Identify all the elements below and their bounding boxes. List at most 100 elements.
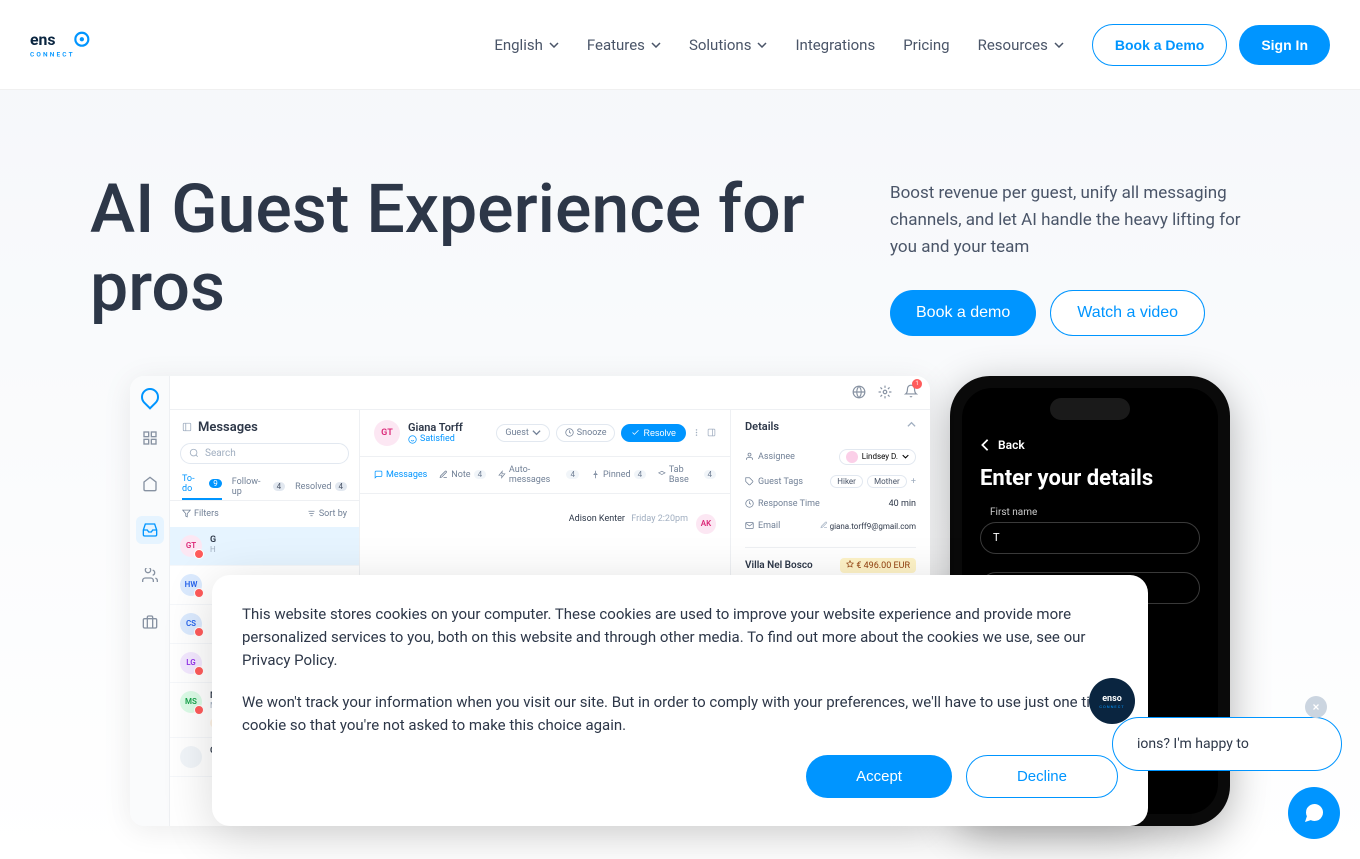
tag-pill: Hiker — [830, 475, 863, 488]
decline-button[interactable]: Decline — [966, 755, 1118, 798]
hero-left: AI Guest Experience for pros — [90, 170, 830, 336]
chat-avatar-sub: CONNECT — [1099, 704, 1124, 709]
label-text: Email — [758, 521, 780, 531]
item-sub: H — [210, 545, 216, 554]
chat-avatar: enso CONNECT — [1089, 678, 1135, 724]
chevron-down-icon — [532, 428, 541, 437]
gear-icon — [878, 385, 892, 399]
item-name — [210, 574, 212, 584]
messages-title: Messages — [198, 420, 258, 435]
subtab-count: 4 — [566, 470, 579, 479]
chat-icon — [1302, 801, 1326, 825]
accept-button[interactable]: Accept — [806, 755, 952, 798]
snooze-chip: Snooze — [556, 424, 616, 442]
sort-button: Sort by — [307, 509, 347, 519]
svg-text:ens: ens — [30, 30, 56, 49]
message-time: Friday 2:20pm — [631, 514, 688, 524]
hero-section: AI Guest Experience for pros Boost reven… — [0, 90, 1360, 376]
assignee-value: Lindsey D. — [839, 449, 916, 465]
price-text: € 496.00 EUR — [856, 561, 910, 571]
tag-icon — [745, 477, 754, 486]
main-header: ens CONNECT English Features Solutions I… — [0, 0, 1360, 90]
phone-title: Enter your details — [980, 466, 1200, 491]
more-icon — [692, 428, 701, 437]
hero-right: Boost revenue per guest, unify all messa… — [890, 170, 1270, 336]
avatar-initials: LG — [186, 658, 196, 667]
grid-icon — [142, 430, 158, 446]
message-sender: Adison Kenter — [569, 514, 625, 524]
nav-label: Pricing — [903, 36, 949, 54]
avatar-badge-icon — [194, 705, 204, 715]
chevron-down-icon — [902, 454, 909, 459]
subtab-count: 4 — [634, 470, 647, 479]
chat-close-button[interactable] — [1305, 696, 1327, 718]
tab-label: Resolved — [295, 482, 331, 492]
chevron-down-icon — [549, 42, 559, 48]
mini-logo-icon — [137, 384, 162, 409]
avatar-initials: GT — [186, 541, 196, 550]
tab-count: 4 — [273, 482, 286, 491]
subtab-messages: Messages — [374, 465, 427, 485]
messages-search: Search — [180, 443, 349, 464]
chip-label: Snooze — [577, 428, 607, 438]
avatar: CS — [180, 613, 202, 635]
filters-label: Filters — [194, 509, 219, 519]
book-demo-button[interactable]: Book a Demo — [1092, 24, 1227, 66]
chip-label: Guest — [505, 428, 528, 438]
email-value: giana.torff9@gmail.com — [820, 521, 916, 531]
chat-bubble[interactable]: enso CONNECT ions? I'm happy to — [1112, 717, 1342, 771]
message-avatar: AK — [696, 514, 716, 534]
conv-header-actions: Guest Snooze Resolve — [496, 424, 716, 442]
nav-resources[interactable]: Resources — [978, 36, 1064, 54]
label-text: Guest Tags — [758, 477, 803, 487]
hero-book-demo-button[interactable]: Book a demo — [890, 290, 1036, 336]
smile-icon — [408, 435, 417, 444]
response-value: 40 min — [889, 499, 916, 509]
home-icon — [142, 476, 158, 492]
avatar-initials: HW — [185, 580, 198, 589]
tab-label: Follow-up — [232, 477, 270, 497]
sort-label: Sort by — [319, 509, 347, 519]
nav-solutions[interactable]: Solutions — [689, 36, 768, 54]
villa-header: Villa Nel Bosco € 496.00 EUR — [745, 558, 916, 573]
chevron-down-icon — [1054, 42, 1064, 48]
nav-label: Features — [587, 36, 645, 54]
nav-english[interactable]: English — [494, 36, 559, 54]
sidebar-users — [136, 562, 164, 590]
conv-name: Giana Torff — [408, 421, 463, 434]
cookie-text-1: This website stores cookies on your comp… — [242, 603, 1118, 673]
detail-email: Email giana.torff9@gmail.com — [745, 515, 916, 537]
bell-badge: 1 — [912, 379, 922, 389]
nav-pricing[interactable]: Pricing — [903, 36, 949, 54]
avatar-initials: CS — [186, 619, 196, 628]
detail-label: Response Time — [745, 499, 820, 509]
chevron-up-icon — [907, 420, 916, 429]
dashboard-topbar: 1 — [170, 376, 930, 410]
nav-features[interactable]: Features — [587, 36, 661, 54]
guest-chip: Guest — [496, 424, 549, 442]
item-name: G — [210, 535, 216, 545]
avatar-badge-icon — [194, 666, 204, 676]
chevron-down-icon — [651, 42, 661, 48]
assignee-avatar — [846, 451, 858, 463]
message-row: Adison Kenter Friday 2:20pm AK — [374, 514, 716, 534]
cookie-banner: This website stores cookies on your comp… — [212, 575, 1148, 826]
logo[interactable]: ens CONNECT — [30, 30, 102, 60]
villa-name: Villa Nel Bosco — [745, 560, 813, 571]
details-header: Details — [745, 420, 916, 443]
status-text: Satisfied — [420, 434, 455, 444]
chat-fab[interactable] — [1288, 787, 1340, 839]
nav-integrations[interactable]: Integrations — [795, 36, 875, 54]
sign-in-button[interactable]: Sign In — [1239, 25, 1330, 65]
sidebar-briefcase — [136, 608, 164, 636]
assignee-name: Lindsey D. — [862, 452, 898, 461]
search-icon — [189, 448, 199, 458]
hero-watch-video-button[interactable]: Watch a video — [1050, 290, 1205, 336]
conv-status: Satisfied — [408, 434, 463, 444]
sidebar-inbox — [136, 516, 164, 544]
message-meta: Adison Kenter Friday 2:20pm — [569, 514, 688, 534]
mail-icon — [745, 521, 754, 530]
sort-icon — [307, 509, 316, 518]
nav-label: English — [494, 36, 543, 54]
clock-icon — [565, 428, 574, 437]
